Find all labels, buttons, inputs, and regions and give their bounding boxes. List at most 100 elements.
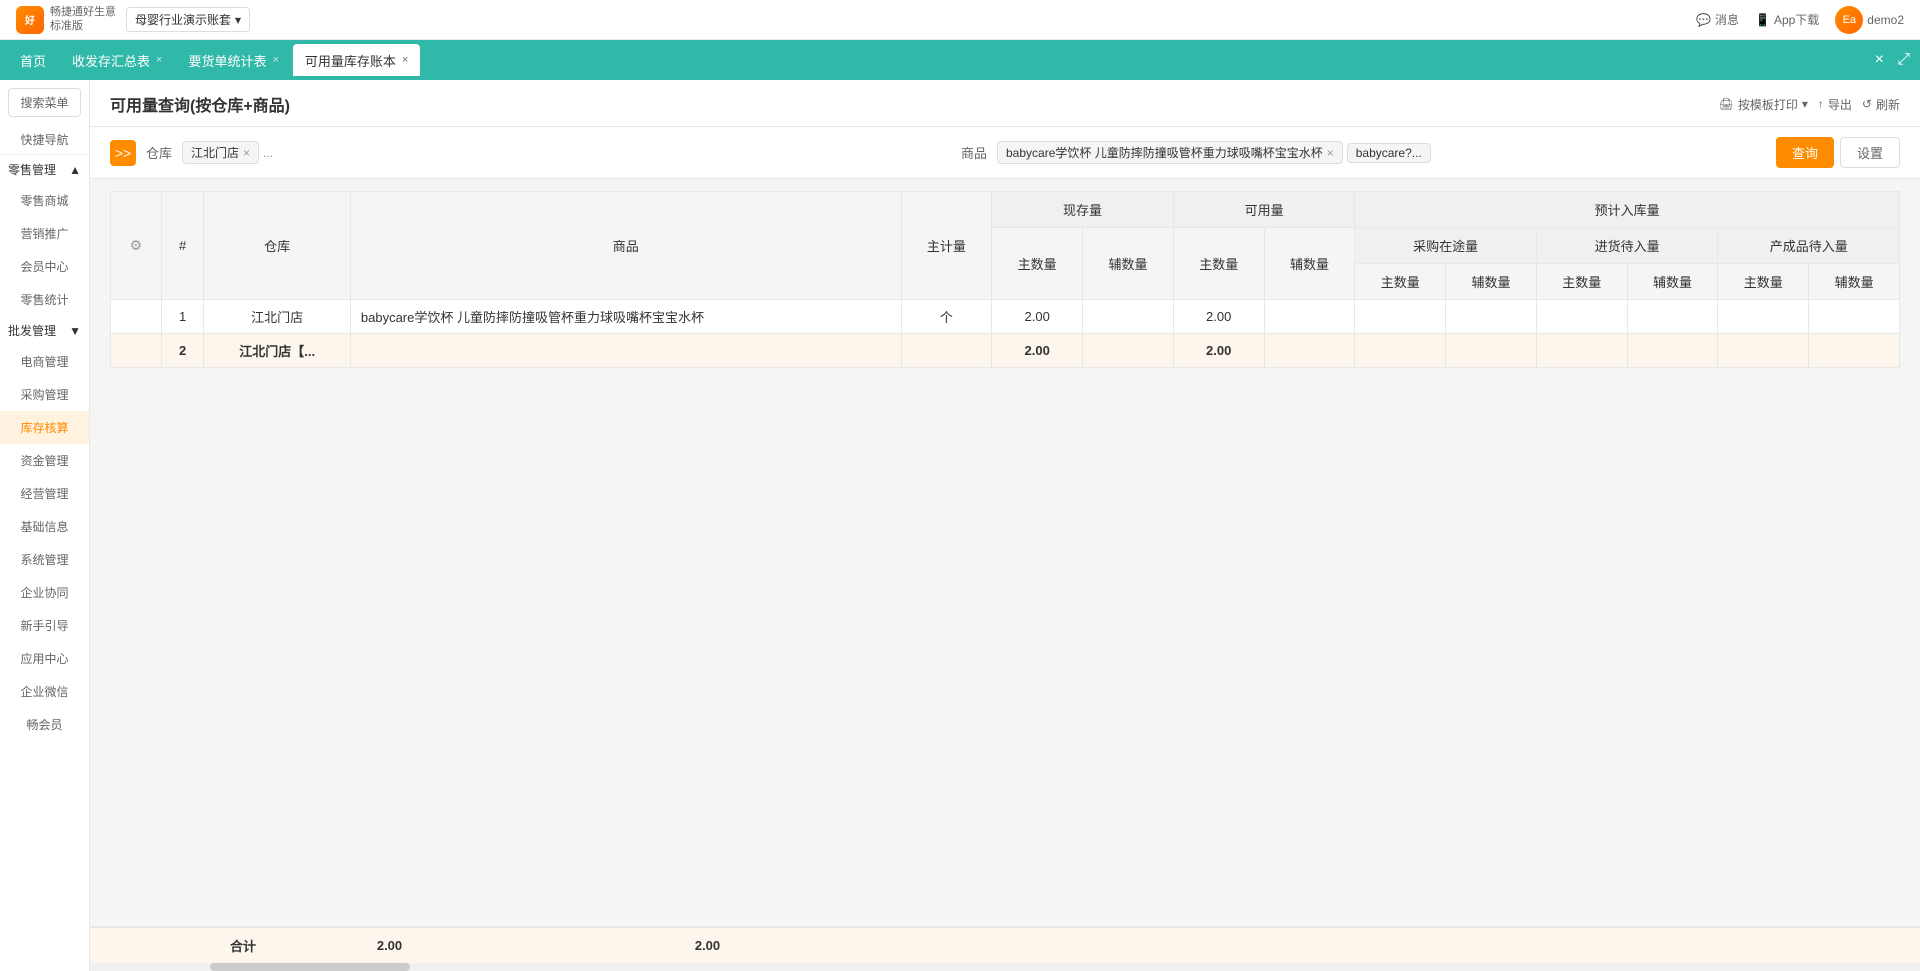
footer-incoming-aux bbox=[1423, 938, 1582, 953]
cell-available-main: 2.00 bbox=[1173, 300, 1264, 334]
col-current-aux: 辅数量 bbox=[1083, 228, 1174, 300]
footer-incoming-main bbox=[1264, 938, 1423, 953]
cell-incoming-aux-sub bbox=[1627, 334, 1718, 368]
filter-more-btn[interactable]: ... bbox=[263, 146, 273, 160]
table-row-subtotal: 2 江北门店【... 2.00 2.00 bbox=[111, 334, 1900, 368]
template-print-btn[interactable]: 🖨 按模板打印 ▾ bbox=[1719, 96, 1808, 113]
message-btn[interactable]: 💬 消息 bbox=[1696, 11, 1739, 28]
product-filter-tags: babycare学饮杯 儿童防摔防撞吸管杯重力球吸嘴杯宝宝水杯 × babyca… bbox=[997, 141, 1766, 164]
tab-available-inventory[interactable]: 可用量库存账本 × bbox=[293, 44, 420, 76]
tab-receivables[interactable]: 收发存汇总表 × bbox=[60, 44, 174, 76]
sidebar-item-member-center[interactable]: 会员中心 bbox=[0, 250, 89, 283]
warehouse-tag[interactable]: 江北门店 × bbox=[182, 141, 259, 164]
content-area: 可用量查询(按仓库+商品) 🖨 按模板打印 ▾ ↑ 导出 ↺ 刷新 bbox=[90, 80, 1920, 971]
sidebar-item-app-center[interactable]: 应用中心 bbox=[0, 642, 89, 675]
refresh-icon: ↺ bbox=[1862, 97, 1872, 111]
col-unit: 主计量 bbox=[901, 192, 992, 300]
settings-btn[interactable]: 设置 bbox=[1840, 137, 1900, 168]
tab-home[interactable]: 首页 bbox=[8, 44, 58, 76]
col-settings[interactable]: ⚙ bbox=[111, 192, 162, 300]
col-available-group: 可用量 bbox=[1173, 192, 1355, 228]
sidebar-item-enterprise-collab[interactable]: 企业协同 bbox=[0, 576, 89, 609]
nav-tabs: 首页 收发存汇总表 × 要货单统计表 × 可用量库存账本 × × ⤢ bbox=[0, 40, 1920, 80]
filter-row: >> 仓库 江北门店 × ... 商品 babycare学饮杯 儿童防摔防撞吸管… bbox=[90, 127, 1920, 179]
cell-settings bbox=[111, 300, 162, 334]
footer-current-main: 2.00 bbox=[310, 938, 469, 953]
product-label: 商品 bbox=[961, 143, 987, 162]
remove-product-tag-1[interactable]: × bbox=[1327, 146, 1334, 160]
tab-order-stats[interactable]: 要货单统计表 × bbox=[176, 44, 290, 76]
close-tab-receivables[interactable]: × bbox=[156, 54, 162, 66]
print-icon: 🖨 bbox=[1719, 97, 1734, 111]
top-header: 好 畅捷通好生意 标准版 母婴行业演示账套 ▾ 💬 消息 📱 App下载 Ea … bbox=[0, 0, 1920, 40]
cell-incoming-main-sub bbox=[1536, 334, 1627, 368]
product-tag-2[interactable]: babycare?... bbox=[1347, 143, 1431, 163]
sidebar-item-retail-mall[interactable]: 零售商城 bbox=[0, 184, 89, 217]
footer-purchase-main bbox=[946, 938, 1105, 953]
main-layout: 搜索菜单 快捷导航 零售管理 ▲ 零售商城 营销推广 会员中心 零售统计 批发管… bbox=[0, 80, 1920, 971]
query-btn[interactable]: 查询 bbox=[1776, 137, 1834, 168]
sidebar-item-retail-stats[interactable]: 零售统计 bbox=[0, 283, 89, 316]
footer-purchase-aux bbox=[1105, 938, 1264, 953]
col-product: 商品 bbox=[350, 192, 901, 300]
col-production: 产成品待入量 bbox=[1718, 228, 1900, 264]
cell-purchase-main bbox=[1355, 300, 1446, 334]
mobile-icon: 📱 bbox=[1755, 13, 1770, 27]
sidebar-item-finance[interactable]: 资金管理 bbox=[0, 444, 89, 477]
col-current-stock-group: 现存量 bbox=[992, 192, 1174, 228]
close-tab-available-inventory[interactable]: × bbox=[402, 54, 408, 66]
sidebar-item-retail-mgmt[interactable]: 零售管理 ▲ bbox=[0, 155, 89, 184]
cell-current-aux bbox=[1083, 300, 1174, 334]
cell-settings-sub bbox=[111, 334, 162, 368]
close-all-tabs[interactable]: × bbox=[1875, 51, 1884, 69]
refresh-btn[interactable]: ↺ 刷新 bbox=[1862, 96, 1900, 113]
remove-warehouse-tag[interactable]: × bbox=[243, 146, 250, 160]
col-production-main: 主数量 bbox=[1718, 264, 1809, 300]
sidebar-item-procurement[interactable]: 采购管理 bbox=[0, 378, 89, 411]
cell-warehouse-sub: 江北门店【... bbox=[204, 334, 350, 368]
cell-rownum: 1 bbox=[161, 300, 204, 334]
col-production-aux: 辅数量 bbox=[1809, 264, 1900, 300]
sidebar-item-operations[interactable]: 经营管理 bbox=[0, 477, 89, 510]
top-header-left: 好 畅捷通好生意 标准版 母婴行业演示账套 ▾ bbox=[16, 6, 250, 34]
sidebar-item-ecommerce[interactable]: 电商管理 bbox=[0, 345, 89, 378]
col-purchase-main: 主数量 bbox=[1355, 264, 1446, 300]
warehouse-filter-tags: 江北门店 × ... bbox=[182, 141, 951, 164]
app-download-btn[interactable]: 📱 App下载 bbox=[1755, 11, 1819, 28]
industry-selector[interactable]: 母婴行业演示账套 ▾ bbox=[126, 7, 250, 32]
col-available-aux: 辅数量 bbox=[1264, 228, 1355, 300]
sidebar: 搜索菜单 快捷导航 零售管理 ▲ 零售商城 营销推广 会员中心 零售统计 批发管… bbox=[0, 80, 90, 971]
avatar: Ea bbox=[1835, 6, 1863, 34]
cell-unit: 个 bbox=[901, 300, 992, 334]
sidebar-item-inventory[interactable]: 库存核算 bbox=[0, 411, 89, 444]
sidebar-item-new-guide[interactable]: 新手引导 bbox=[0, 609, 89, 642]
filter-expand-btn[interactable]: >> bbox=[110, 140, 136, 166]
sidebar-item-quick-nav[interactable]: 快捷导航 bbox=[0, 125, 89, 155]
col-incoming-main: 主数量 bbox=[1536, 264, 1627, 300]
cell-warehouse: 江北门店 bbox=[204, 300, 350, 334]
sidebar-item-system-mgmt[interactable]: 系统管理 bbox=[0, 543, 89, 576]
col-incoming-goods: 进货待入量 bbox=[1536, 228, 1718, 264]
expand-tabs[interactable]: ⤢ bbox=[1897, 51, 1910, 69]
product-tag-1[interactable]: babycare学饮杯 儿童防摔防撞吸管杯重力球吸嘴杯宝宝水杯 × bbox=[997, 141, 1343, 164]
sidebar-item-marketing[interactable]: 营销推广 bbox=[0, 217, 89, 250]
scroll-thumb[interactable] bbox=[210, 963, 410, 971]
footer-label: 合计 bbox=[110, 936, 256, 955]
horizontal-scrollbar[interactable] bbox=[90, 963, 1920, 971]
logo-icon: 好 bbox=[16, 6, 44, 34]
footer-current-aux bbox=[469, 938, 628, 953]
sidebar-item-wholesale-mgmt[interactable]: 批发管理 ▼ bbox=[0, 316, 89, 345]
cell-current-aux-sub bbox=[1083, 334, 1174, 368]
sidebar-item-basic-info[interactable]: 基础信息 bbox=[0, 510, 89, 543]
sidebar-item-vip-member[interactable]: 畅会员 bbox=[0, 708, 89, 741]
search-menu-btn[interactable]: 搜索菜单 bbox=[8, 88, 81, 117]
user-menu[interactable]: Ea demo2 bbox=[1835, 6, 1904, 34]
cell-rownum-sub: 2 bbox=[161, 334, 204, 368]
cell-purchase-aux bbox=[1446, 300, 1537, 334]
export-btn[interactable]: ↑ 导出 bbox=[1818, 96, 1852, 113]
sidebar-item-enterprise-wechat[interactable]: 企业微信 bbox=[0, 675, 89, 708]
chevron-down-icon: ▼ bbox=[69, 324, 81, 338]
close-tab-order-stats[interactable]: × bbox=[272, 54, 278, 66]
cell-incoming-main bbox=[1536, 300, 1627, 334]
table-row: 1 江北门店 babycare学饮杯 儿童防摔防撞吸管杯重力球吸嘴杯宝宝水杯 个… bbox=[111, 300, 1900, 334]
